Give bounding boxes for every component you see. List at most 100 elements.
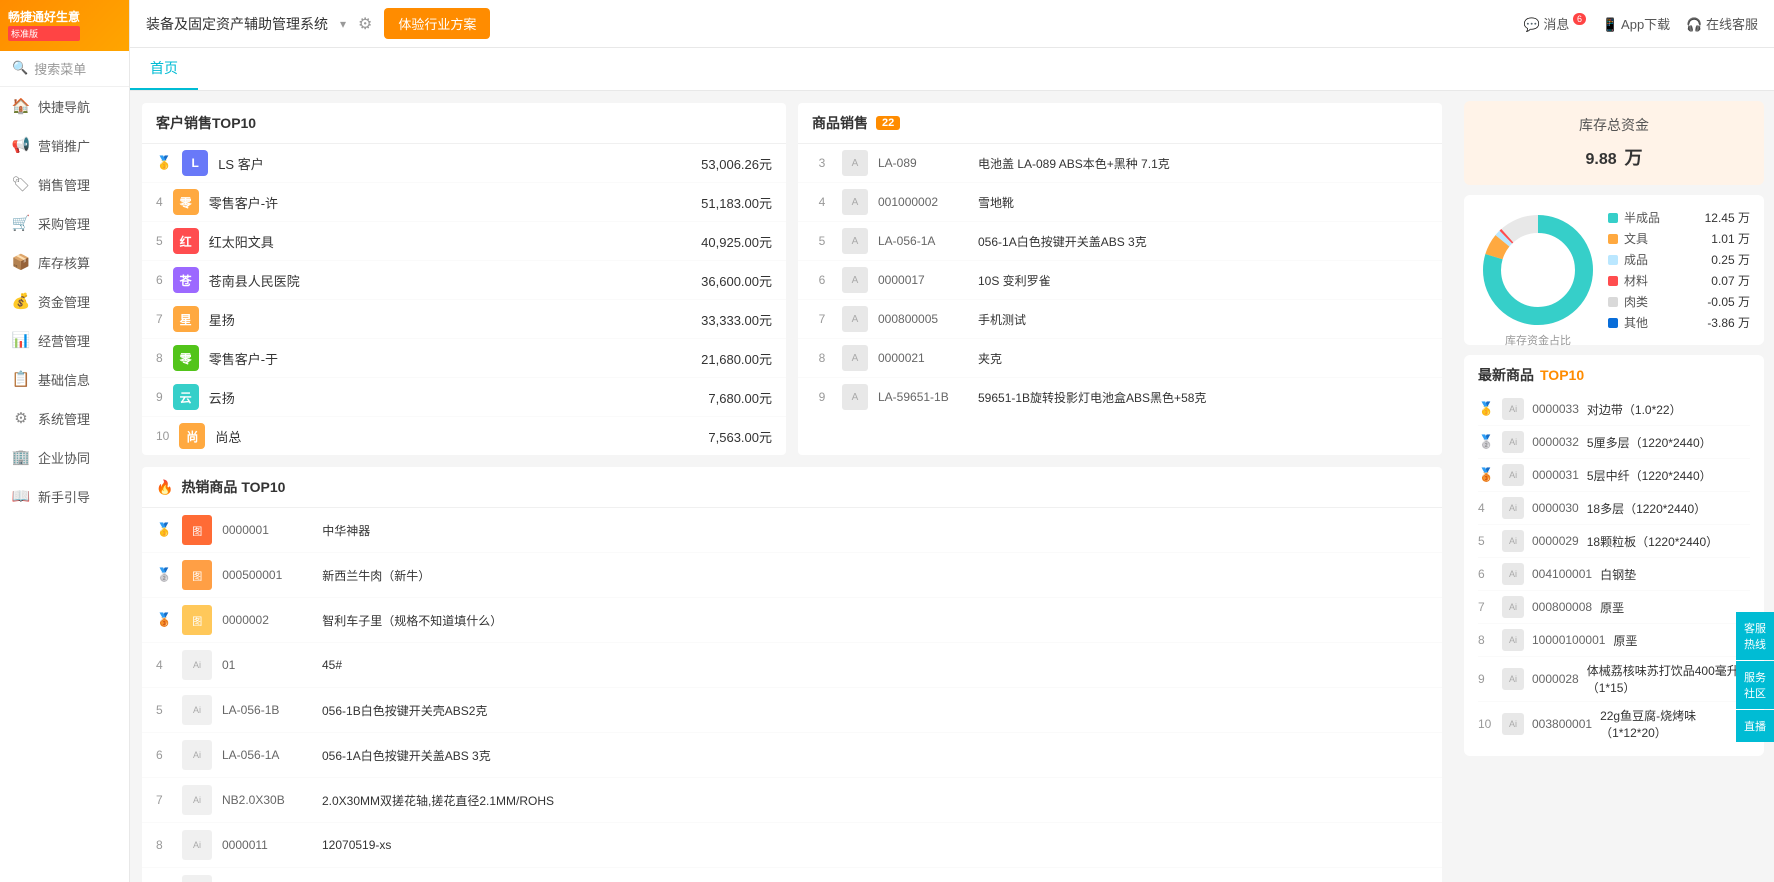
table-row: 5 A LA-056-1A 056-1A白色按键开关盖ABS 3克 xyxy=(798,222,1442,261)
table-row: 4 零 零售客户-许 51,183.00元 xyxy=(142,183,786,222)
sidebar-item-inventory[interactable]: 📦库存核算 xyxy=(0,243,129,282)
medal-icon: 🥇 xyxy=(156,155,172,171)
product-name: 对边带（1.0*22） xyxy=(1587,401,1750,418)
customer-amount: 33,333.00元 xyxy=(701,310,772,329)
hot-products-panel: 🔥 热销商品 TOP10 🥇 图 0000001 中华神器 🥈 图 000500… xyxy=(142,467,1442,882)
legend-name: 肉类 xyxy=(1624,293,1707,310)
rank-num: 7 xyxy=(1478,600,1494,614)
table-row: 7 A 000800005 手机测试 xyxy=(798,300,1442,339)
product-name: 12070519-xs xyxy=(322,838,391,852)
customer-badge: 星 xyxy=(173,306,199,332)
sidebar-item-marketing[interactable]: 📢营销推广 xyxy=(0,126,129,165)
rank-num: 5 xyxy=(156,234,163,248)
product-name: 18多层（1220*2440） xyxy=(1587,500,1750,517)
rank-num: 7 xyxy=(812,312,832,326)
legend-item: 成品 0.25 万 xyxy=(1608,251,1750,268)
product-icon: Ai xyxy=(1502,464,1524,486)
customer-name: 零售客户-许 xyxy=(209,193,691,212)
newest-products-header: 最新商品 TOP10 xyxy=(1478,365,1750,385)
product-name: 原垩 xyxy=(1600,599,1750,616)
product-thumb: Ai xyxy=(182,875,212,882)
rank-num: 6 xyxy=(156,748,172,762)
hot-products-list: 🥇 图 0000001 中华神器 🥈 图 000500001 新西兰牛肉（新牛）… xyxy=(142,508,1442,882)
list-item: 10 Ai 003800001 22g鱼豆腐-烧烤味（1*12*20） xyxy=(1478,702,1750,746)
trial-button[interactable]: 体验行业方案 xyxy=(384,8,490,39)
message-btn[interactable]: 💬 消息 6 xyxy=(1524,14,1586,33)
chart-card: 库存资金占比 半成品 12.45 万 文具 1.01 万 成品 0.25 万 材… xyxy=(1464,195,1764,345)
tab-home[interactable]: 首页 xyxy=(130,48,198,90)
rank-num: 8 xyxy=(156,838,172,852)
product-name: 雪地靴 xyxy=(978,194,1428,211)
sidebar-nav: 🏠快捷导航📢营销推广🏷销售管理🛒采购管理📦库存核算💰资金管理📊经营管理📋基础信息… xyxy=(0,87,129,882)
float-btn-直播[interactable]: 直播 xyxy=(1736,710,1774,742)
customer-name: 零售客户-于 xyxy=(209,349,691,368)
product-name: 夹克 xyxy=(978,350,1428,367)
dropdown-icon[interactable]: ▾ xyxy=(340,17,346,31)
gear-icon[interactable]: ⚙ xyxy=(358,14,372,34)
float-btn-客服热线[interactable]: 客服热线 xyxy=(1736,612,1774,660)
sidebar-item-system[interactable]: ⚙系统管理 xyxy=(0,399,129,438)
app-name: 畅捷通好生意 xyxy=(8,10,80,26)
online-service-btn[interactable]: 🎧 在线客服 xyxy=(1686,14,1758,33)
header: 装备及固定资产辅助管理系统 ▾ ⚙ 体验行业方案 💬 消息 6 📱 App下载 … xyxy=(130,0,1774,48)
table-row: 9 云 云扬 7,680.00元 xyxy=(142,378,786,417)
sidebar-item-enterprise[interactable]: 🏢企业协同 xyxy=(0,438,129,477)
sidebar-item-operation[interactable]: 📊经营管理 xyxy=(0,321,129,360)
sidebar-item-purchase[interactable]: 🛒采购管理 xyxy=(0,204,129,243)
product-name: 056-1A白色按键开关盖ABS 3克 xyxy=(978,233,1428,250)
product-code: 0000011 xyxy=(222,838,312,852)
rank-num: 9 xyxy=(156,390,163,404)
sidebar-item-finance[interactable]: 💰资金管理 xyxy=(0,282,129,321)
customer-amount: 7,680.00元 xyxy=(708,388,772,407)
customer-badge: 苍 xyxy=(173,267,199,293)
sidebar-item-quick-nav[interactable]: 🏠快捷导航 xyxy=(0,87,129,126)
sidebar-item-sales[interactable]: 🏷销售管理 xyxy=(0,165,129,204)
rank-num: 8 xyxy=(156,351,163,365)
product-sales-table: 3 A LA-089 电池盖 LA-089 ABS本色+黑种 7.1克 4 A … xyxy=(798,144,1442,416)
customer-amount: 36,600.00元 xyxy=(701,271,772,290)
legend-value: -3.86 万 xyxy=(1707,314,1750,331)
list-item: 🥈 图 000500001 新西兰牛肉（新牛） xyxy=(142,553,1442,598)
legend-dot xyxy=(1608,276,1618,286)
rank-num: 7 xyxy=(156,312,163,326)
app-download-btn[interactable]: 📱 App下载 xyxy=(1602,14,1670,33)
search-menu[interactable]: 🔍 搜索菜单 xyxy=(0,51,129,87)
sidebar-item-guide[interactable]: 📖新手引导 xyxy=(0,477,129,516)
legend-value: 12.45 万 xyxy=(1705,209,1750,226)
list-item: 6 Ai 004100001 白钢垫 xyxy=(1478,558,1750,591)
medal-icon: 🥈 xyxy=(156,567,172,583)
legend-value: 1.01 万 xyxy=(1711,230,1750,247)
product-code: LA-056-1B xyxy=(222,703,312,717)
nav-icon-basic: 📋 xyxy=(12,370,30,388)
product-code: 0000031 xyxy=(1532,468,1579,482)
product-thumb: 图 xyxy=(182,560,212,590)
table-row: 8 A 0000021 夹克 xyxy=(798,339,1442,378)
newest-products-list: 🥇 Ai 0000033 对边带（1.0*22） 🥈 Ai 0000032 5厘… xyxy=(1478,393,1750,746)
chart-label: 库存资金占比 xyxy=(1478,332,1598,348)
product-code: 0000030 xyxy=(1532,501,1579,515)
nav-icon-marketing: 📢 xyxy=(12,136,30,154)
newest-products-card: 最新商品 TOP10 🥇 Ai 0000033 对边带（1.0*22） 🥈 Ai… xyxy=(1464,355,1764,756)
product-code: 000800005 xyxy=(878,312,968,326)
list-item: 🥇 图 0000001 中华神器 xyxy=(142,508,1442,553)
chart-inner: 库存资金占比 半成品 12.45 万 文具 1.01 万 成品 0.25 万 材… xyxy=(1478,209,1750,331)
rank-num: 5 xyxy=(812,234,832,248)
rank-num: 7 xyxy=(156,793,172,807)
inventory-title: 库存总资金 xyxy=(1480,115,1748,135)
product-sales-panel: 商品销售 22 3 A LA-089 电池盖 LA-089 ABS本色+黑种 7… xyxy=(798,103,1442,455)
float-btn-服务社区[interactable]: 服务社区 xyxy=(1736,661,1774,709)
rank-num: 9 xyxy=(812,390,832,404)
product-code: LA-056-1A xyxy=(222,748,312,762)
medal-icon: 🥉 xyxy=(1478,467,1494,483)
legend-item: 肉类 -0.05 万 xyxy=(1608,293,1750,310)
product-code: LA-59651-1B xyxy=(878,390,968,404)
product-icon: Ai xyxy=(1502,713,1524,735)
product-code: 10000100001 xyxy=(1532,633,1605,647)
sidebar-item-basic[interactable]: 📋基础信息 xyxy=(0,360,129,399)
legend-value: 0.25 万 xyxy=(1711,251,1750,268)
customer-amount: 40,925.00元 xyxy=(701,232,772,251)
product-thumb: Ai xyxy=(182,830,212,860)
product-icon: Ai xyxy=(1502,431,1524,453)
product-name: 智利车子里（规格不知道填什么） xyxy=(322,612,502,629)
rank-num: 5 xyxy=(1478,534,1494,548)
